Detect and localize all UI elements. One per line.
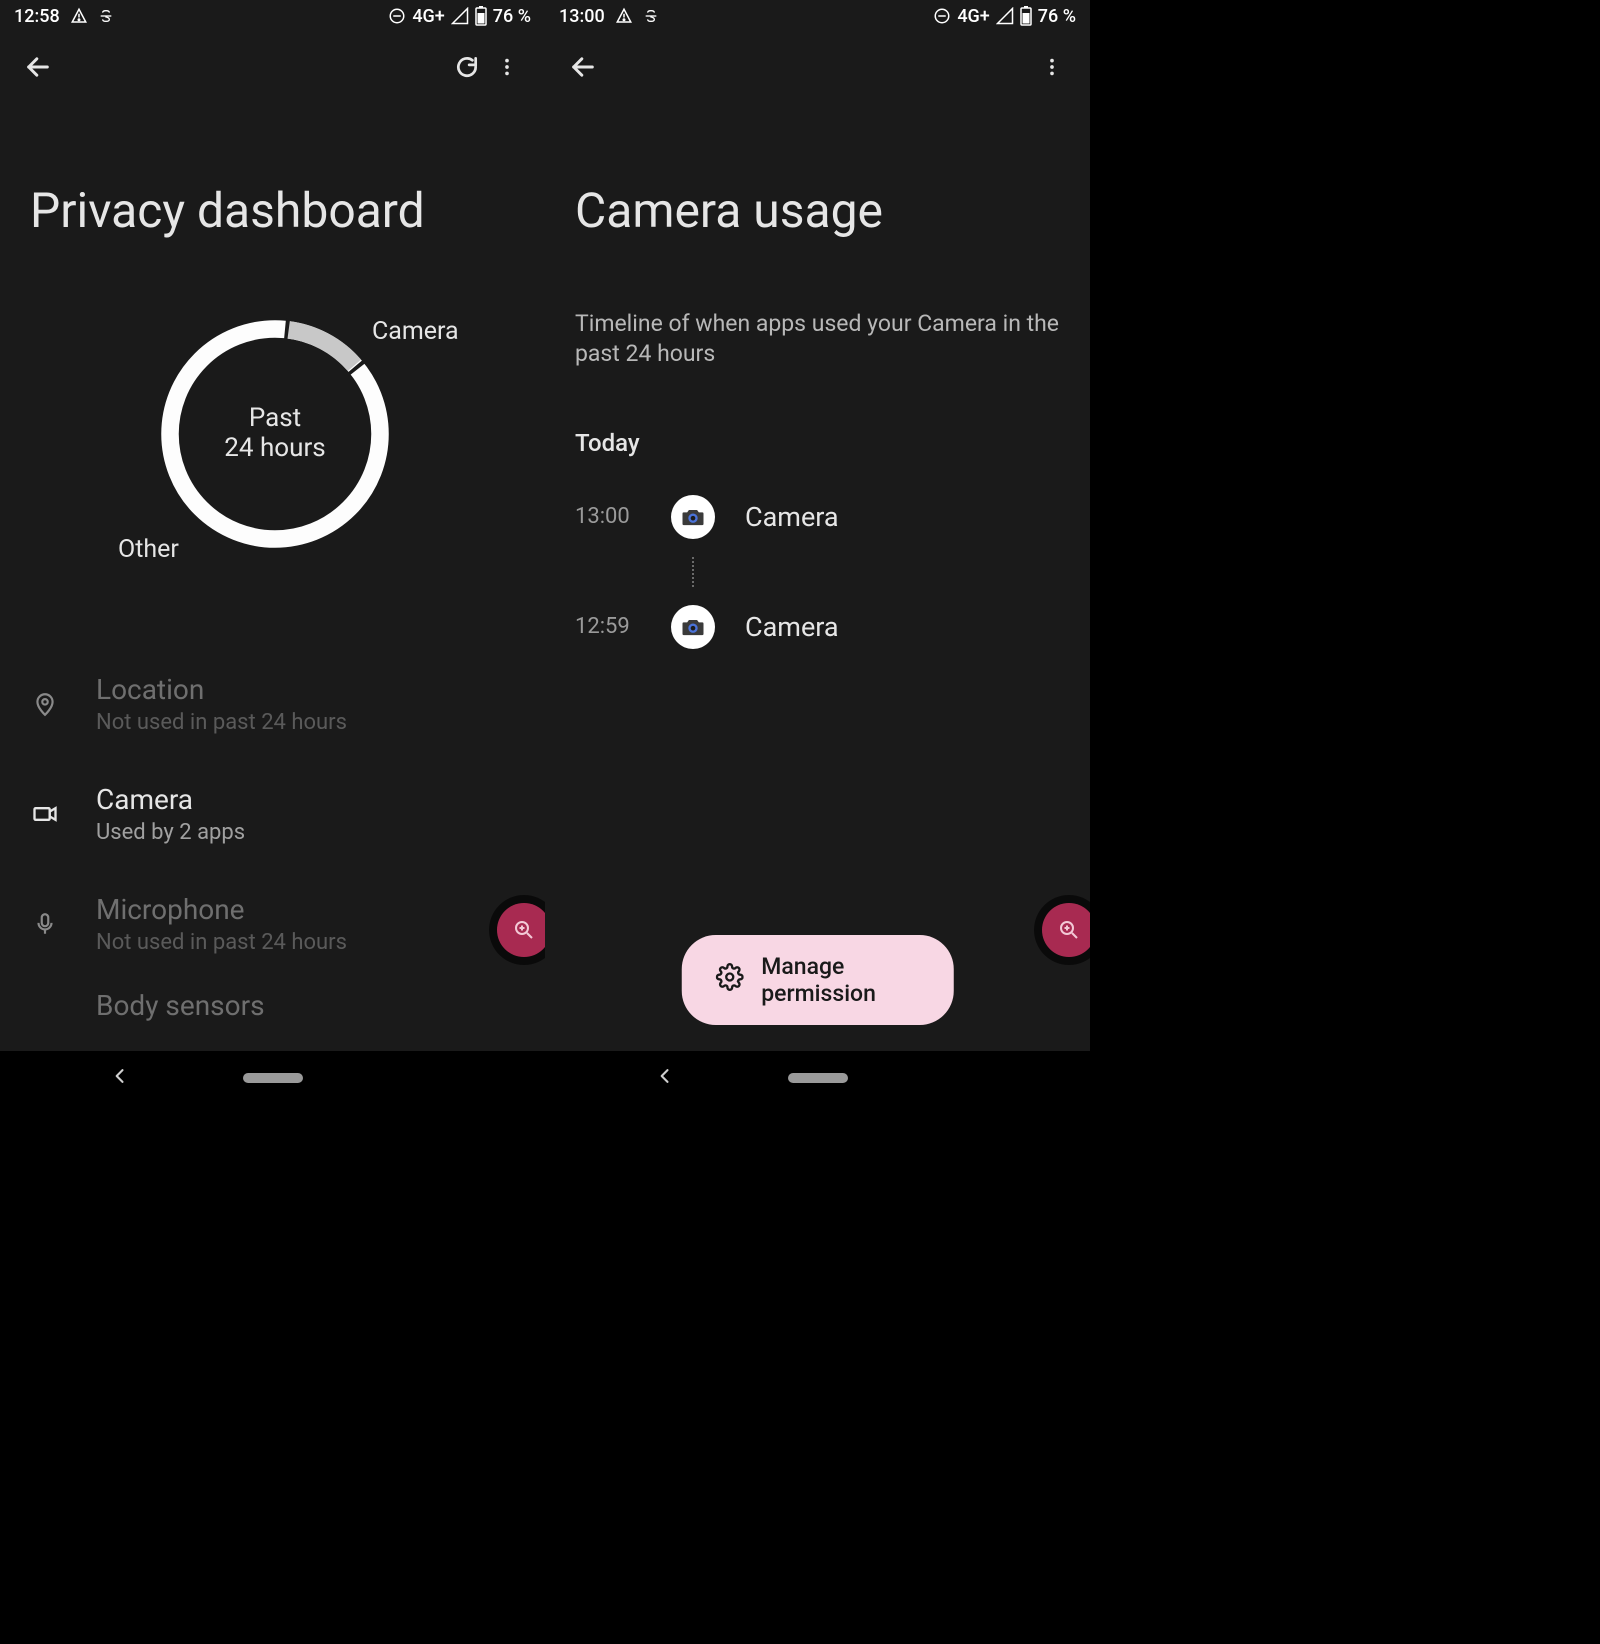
status-time: 12:58	[14, 6, 60, 27]
signal-icon	[451, 7, 469, 25]
permission-list: Location Not used in past 24 hours Camer…	[0, 629, 545, 1022]
overflow-menu-button[interactable]	[1032, 47, 1072, 87]
dnd-minus-icon	[388, 7, 406, 25]
camera-icon	[30, 799, 60, 829]
timeline-time: 13:00	[575, 504, 641, 529]
status-time: 13:00	[559, 6, 605, 27]
microphone-icon	[30, 909, 60, 939]
donut-center-label: Past 24 hours	[150, 309, 400, 559]
camera-app-icon	[671, 495, 715, 539]
screen-privacy-dashboard: 12:58 4G+ 76 %	[0, 0, 545, 1105]
nav-handle[interactable]	[788, 1073, 848, 1083]
permission-subtitle: Not used in past 24 hours	[96, 710, 515, 735]
toolbar	[545, 32, 1090, 102]
zoom-in-icon	[512, 918, 536, 942]
timeline-app-name: Camera	[745, 501, 839, 533]
usage-donut-chart: Past 24 hours Camera Other	[0, 289, 545, 629]
permission-subtitle: Not used in past 24 hours	[96, 930, 515, 955]
permission-item-microphone[interactable]: Microphone Not used in past 24 hours	[0, 869, 545, 979]
status-bar: 12:58 4G+ 76 %	[0, 0, 545, 32]
arrow-left-icon	[569, 53, 597, 81]
timeline-connector	[692, 557, 1060, 587]
nav-back-button[interactable]	[655, 1066, 675, 1090]
refresh-button[interactable]	[447, 47, 487, 87]
zoom-fab[interactable]	[1042, 903, 1090, 957]
system-nav-bar	[0, 1051, 545, 1105]
nav-handle[interactable]	[243, 1073, 303, 1083]
toolbar	[0, 32, 545, 102]
battery-icon	[1020, 6, 1032, 26]
permission-item-camera[interactable]: Camera Used by 2 apps	[0, 759, 545, 869]
permission-item-location[interactable]: Location Not used in past 24 hours	[0, 649, 545, 759]
triangle-alert-icon	[70, 7, 88, 25]
chevron-left-icon	[655, 1066, 675, 1086]
status-network: 4G+	[957, 6, 989, 27]
triangle-alert-icon	[615, 7, 633, 25]
more-vert-icon	[1041, 56, 1063, 78]
refresh-icon	[454, 54, 480, 80]
manage-permission-label: Manage permission	[761, 953, 920, 1007]
permission-title: Microphone	[96, 893, 515, 926]
zoom-in-icon	[1057, 918, 1081, 942]
signal-icon	[996, 7, 1014, 25]
permission-title: Location	[96, 673, 515, 706]
timeline-entry[interactable]: 13:00 Camera	[575, 477, 1060, 557]
page-title: Camera usage	[545, 102, 1090, 249]
donut-label-other: Other	[118, 535, 179, 564]
status-battery-pct: 76 %	[493, 6, 531, 27]
status-bar: 13:00 4G+ 76 %	[545, 0, 1090, 32]
section-today: Today	[545, 369, 1090, 467]
status-battery-pct: 76 %	[1038, 6, 1076, 27]
gear-icon	[715, 963, 743, 997]
manage-permission-button[interactable]: Manage permission	[681, 935, 954, 1025]
timeline-time: 12:59	[575, 614, 641, 639]
s-strikethrough-icon	[643, 8, 659, 24]
s-strikethrough-icon	[98, 8, 114, 24]
donut-label-camera: Camera	[372, 317, 459, 346]
usage-timeline: 13:00 Camera 12:59 Camera	[545, 467, 1090, 667]
status-network: 4G+	[412, 6, 444, 27]
chevron-left-icon	[110, 1066, 130, 1086]
back-button[interactable]	[563, 47, 603, 87]
system-nav-bar	[545, 1051, 1090, 1105]
location-icon	[30, 689, 60, 719]
permission-title: Camera	[96, 783, 515, 816]
camera-app-icon	[671, 605, 715, 649]
screen-camera-usage: 13:00 4G+ 76 %	[545, 0, 1090, 1105]
nav-back-button[interactable]	[110, 1066, 130, 1090]
overflow-menu-button[interactable]	[487, 47, 527, 87]
battery-icon	[475, 6, 487, 26]
more-vert-icon	[496, 56, 518, 78]
page-subtitle: Timeline of when apps used your Camera i…	[545, 249, 1090, 369]
page-title: Privacy dashboard	[0, 102, 545, 249]
timeline-entry[interactable]: 12:59 Camera	[575, 587, 1060, 667]
permission-item-body-sensors-partial: Body sensors	[0, 979, 545, 1022]
dnd-minus-icon	[933, 7, 951, 25]
zoom-fab[interactable]	[497, 903, 545, 957]
arrow-left-icon	[24, 53, 52, 81]
permission-subtitle: Used by 2 apps	[96, 820, 515, 845]
timeline-app-name: Camera	[745, 611, 839, 643]
back-button[interactable]	[18, 47, 58, 87]
